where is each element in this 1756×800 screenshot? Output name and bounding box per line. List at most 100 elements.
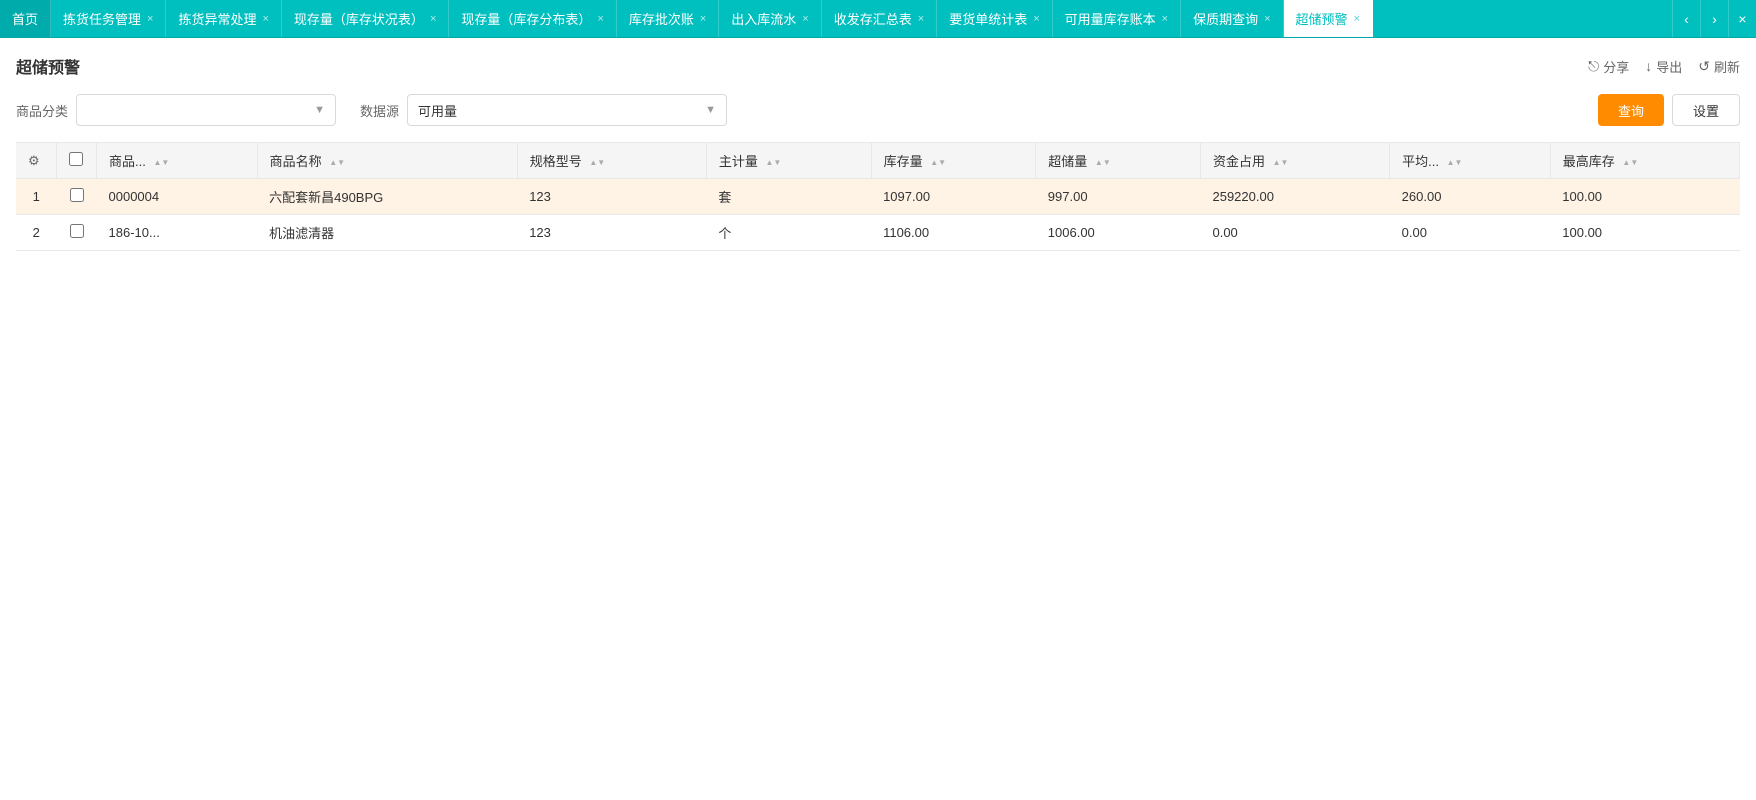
nav-right-arrow[interactable]: › bbox=[1700, 0, 1728, 38]
close-inout-flow-icon[interactable]: × bbox=[802, 13, 808, 25]
col-settings: ⚙ bbox=[16, 143, 57, 179]
row-num-1: 2 bbox=[16, 215, 57, 251]
row-avg-0: 260.00 bbox=[1390, 179, 1551, 215]
close-order-stats-icon[interactable]: × bbox=[1033, 13, 1039, 25]
row-unit-0: 套 bbox=[706, 179, 871, 215]
col-spec: 规格型号 ▲▼ bbox=[517, 143, 706, 179]
col-code: 商品... ▲▼ bbox=[97, 143, 258, 179]
category-select[interactable]: ▼ bbox=[76, 94, 336, 126]
close-inventory-status-icon[interactable]: × bbox=[430, 13, 436, 25]
nav-tab-home[interactable]: 首页 bbox=[0, 0, 51, 38]
row-checkbox-1[interactable] bbox=[70, 224, 84, 238]
col-capital-sort-icon[interactable]: ▲▼ bbox=[1273, 159, 1289, 167]
nav-tab-inout-flow[interactable]: 出入库流水 × bbox=[719, 0, 821, 38]
nav-tab-batch-account[interactable]: 库存批次账 × bbox=[617, 0, 719, 38]
nav-tab-available-account[interactable]: 可用量库存账本 × bbox=[1053, 0, 1181, 38]
row-name-0: 六配套新昌490BPG bbox=[257, 179, 517, 215]
close-task-mgmt-icon[interactable]: × bbox=[147, 13, 153, 25]
refresh-action[interactable]: ↺ 刷新 bbox=[1698, 57, 1740, 76]
nav-tab-abnormal[interactable]: 拣货异常处理 × bbox=[166, 0, 281, 38]
col-stock-label: 库存量 bbox=[884, 154, 923, 169]
select-all-checkbox[interactable] bbox=[69, 152, 83, 166]
col-code-label: 商品... bbox=[109, 154, 146, 169]
col-max-stock: 最高库存 ▲▼ bbox=[1550, 143, 1739, 179]
col-max-stock-label: 最高库存 bbox=[1563, 154, 1615, 169]
export-icon: ↓ bbox=[1645, 58, 1652, 74]
col-spec-label: 规格型号 bbox=[530, 154, 582, 169]
row-checkbox-0[interactable] bbox=[70, 188, 84, 202]
nav-left-arrow[interactable]: ‹ bbox=[1672, 0, 1700, 38]
category-chevron-down-icon: ▼ bbox=[314, 104, 325, 116]
nav-tab-quality-check[interactable]: 保质期查询 × bbox=[1181, 0, 1283, 38]
nav-tab-inventory-status[interactable]: 现存量（库存状况表） × bbox=[282, 0, 449, 38]
col-capital-label: 资金占用 bbox=[1213, 154, 1265, 169]
nav-tab-inout-flow-label: 出入库流水 bbox=[731, 9, 796, 28]
row-spec-0: 123 bbox=[517, 179, 706, 215]
datasource-select-value: 可用量 bbox=[418, 101, 457, 120]
export-action[interactable]: ↓ 导出 bbox=[1645, 57, 1682, 76]
nav-tab-home-label: 首页 bbox=[12, 9, 38, 28]
row-overstock-1: 1006.00 bbox=[1036, 215, 1201, 251]
col-avg: 平均... ▲▼ bbox=[1390, 143, 1551, 179]
row-code-1: 186-10... bbox=[97, 215, 258, 251]
close-batch-account-icon[interactable]: × bbox=[700, 13, 706, 25]
col-max-stock-sort-icon[interactable]: ▲▼ bbox=[1622, 159, 1638, 167]
col-overstock: 超储量 ▲▼ bbox=[1036, 143, 1201, 179]
col-name-label: 商品名称 bbox=[270, 154, 322, 169]
table-row: 1 0000004 六配套新昌490BPG 123 套 1097.00 997.… bbox=[16, 179, 1740, 215]
close-inventory-dist-icon[interactable]: × bbox=[597, 13, 603, 25]
col-stock-sort-icon[interactable]: ▲▼ bbox=[930, 159, 946, 167]
share-action[interactable]: ⎋ 分享 bbox=[1588, 57, 1629, 76]
row-overstock-0: 997.00 bbox=[1036, 179, 1201, 215]
row-name-1: 机油滤清器 bbox=[257, 215, 517, 251]
category-filter: 商品分类 ▼ bbox=[16, 94, 336, 126]
settings-button[interactable]: 设置 bbox=[1672, 94, 1740, 126]
nav-tab-overstock-warning[interactable]: 超储预警 × bbox=[1284, 0, 1373, 38]
nav-tab-collect-summary[interactable]: 收发存汇总表 × bbox=[822, 0, 937, 38]
col-overstock-sort-icon[interactable]: ▲▼ bbox=[1095, 159, 1111, 167]
nav-tab-inventory-dist[interactable]: 现存量（库存分布表） × bbox=[449, 0, 616, 38]
close-abnormal-icon[interactable]: × bbox=[262, 13, 268, 25]
nav-more-btn[interactable]: × bbox=[1728, 0, 1756, 38]
nav-tab-order-stats[interactable]: 要货单统计表 × bbox=[937, 0, 1052, 38]
nav-tab-collect-summary-label: 收发存汇总表 bbox=[834, 9, 912, 28]
table-settings-icon[interactable]: ⚙ bbox=[28, 153, 44, 169]
nav-tab-order-stats-label: 要货单统计表 bbox=[949, 9, 1027, 28]
refresh-label: 刷新 bbox=[1714, 57, 1740, 76]
datasource-label: 数据源 bbox=[360, 101, 399, 120]
row-capital-0: 259220.00 bbox=[1200, 179, 1389, 215]
filter-actions: 查询 设置 bbox=[1598, 94, 1740, 126]
header-actions: ⎋ 分享 ↓ 导出 ↺ 刷新 bbox=[1588, 57, 1740, 76]
row-avg-1: 0.00 bbox=[1390, 215, 1551, 251]
row-unit-1: 个 bbox=[706, 215, 871, 251]
row-spec-1: 123 bbox=[517, 215, 706, 251]
col-capital: 资金占用 ▲▼ bbox=[1200, 143, 1389, 179]
datasource-chevron-down-icon: ▼ bbox=[705, 104, 716, 116]
col-spec-sort-icon[interactable]: ▲▼ bbox=[589, 159, 605, 167]
query-button[interactable]: 查询 bbox=[1598, 94, 1664, 126]
nav-tab-inventory-status-label: 现存量（库存状况表） bbox=[294, 9, 424, 28]
close-available-account-icon[interactable]: × bbox=[1162, 13, 1168, 25]
col-overstock-label: 超储量 bbox=[1048, 154, 1087, 169]
col-unit-sort-icon[interactable]: ▲▼ bbox=[766, 159, 782, 167]
nav-tab-task-mgmt[interactable]: 拣货任务管理 × bbox=[51, 0, 166, 38]
col-check bbox=[57, 143, 97, 179]
col-avg-label: 平均... bbox=[1402, 154, 1439, 169]
close-overstock-warning-icon[interactable]: × bbox=[1354, 13, 1360, 25]
category-label: 商品分类 bbox=[16, 101, 68, 120]
share-icon: ⎋ bbox=[1588, 58, 1599, 75]
col-name-sort-icon[interactable]: ▲▼ bbox=[329, 159, 345, 167]
col-code-sort-icon[interactable]: ▲▼ bbox=[153, 159, 169, 167]
nav-tab-quality-check-label: 保质期查询 bbox=[1193, 9, 1258, 28]
row-check-1 bbox=[57, 215, 97, 251]
nav-arrows: ‹ › × bbox=[1672, 0, 1756, 38]
col-name: 商品名称 ▲▼ bbox=[257, 143, 517, 179]
col-avg-sort-icon[interactable]: ▲▼ bbox=[1447, 159, 1463, 167]
table-row: 2 186-10... 机油滤清器 123 个 1106.00 1006.00 … bbox=[16, 215, 1740, 251]
close-quality-check-icon[interactable]: × bbox=[1264, 13, 1270, 25]
close-collect-summary-icon[interactable]: × bbox=[918, 13, 924, 25]
page-header: 超储预警 ⎋ 分享 ↓ 导出 ↺ 刷新 bbox=[16, 54, 1740, 78]
col-unit-label: 主计量 bbox=[719, 154, 758, 169]
nav-tab-available-account-label: 可用量库存账本 bbox=[1065, 9, 1156, 28]
datasource-select[interactable]: 可用量 ▼ bbox=[407, 94, 727, 126]
